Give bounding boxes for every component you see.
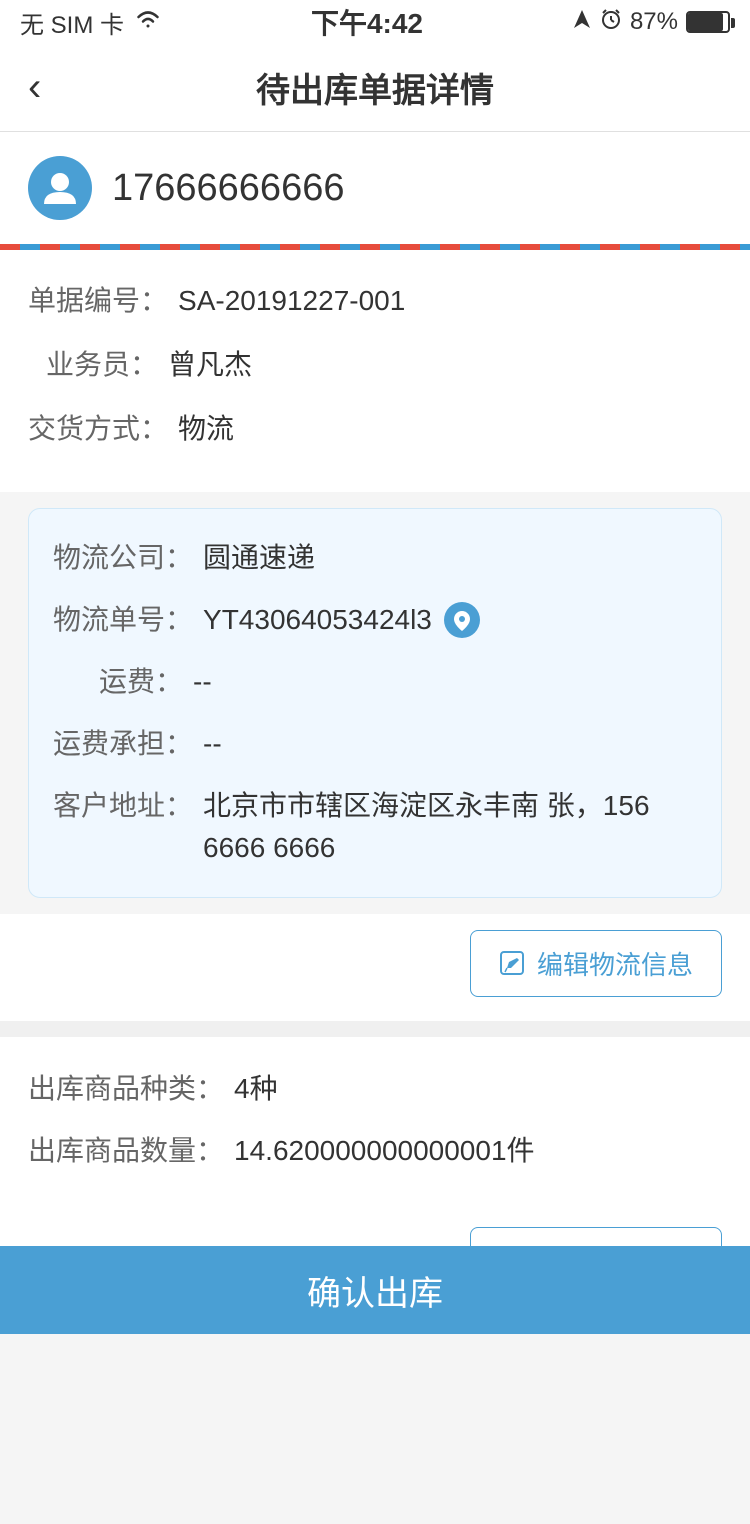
product-type-label: 出库商品种类： bbox=[28, 1067, 234, 1107]
product-quantity-label: 出库商品数量： bbox=[28, 1129, 234, 1169]
delivery-method-value: 物流 bbox=[178, 408, 722, 450]
logistics-freight-value: -- bbox=[193, 661, 697, 703]
order-number-row: 单据编号： SA-20191227-001 bbox=[28, 280, 722, 322]
delivery-method-row: 交货方式： 物流 bbox=[28, 408, 722, 450]
nav-bar: ‹ 待出库单据详情 bbox=[0, 44, 750, 132]
logistics-freight-label: 运费： bbox=[53, 661, 193, 703]
logistics-freight-bear-row: 运费承担： -- bbox=[53, 723, 697, 765]
logistics-freight-bear-label: 运费承担： bbox=[53, 723, 203, 765]
battery-percent: 87% bbox=[630, 8, 678, 36]
logistics-address-label: 客户地址： bbox=[53, 785, 203, 827]
edit-logistics-label: 编辑物流信息 bbox=[537, 945, 693, 982]
confirm-button-label: 确认出库 bbox=[307, 1266, 443, 1315]
order-number-label: 单据编号： bbox=[28, 280, 178, 322]
edit-icon bbox=[499, 950, 527, 978]
product-type-row: 出库商品种类： 4种 bbox=[28, 1067, 722, 1107]
status-time: 下午4:42 bbox=[311, 2, 423, 42]
logistics-company-value: 圆通速递 bbox=[203, 537, 697, 579]
logistics-freight-bear-value: -- bbox=[203, 723, 697, 765]
track-location-button[interactable] bbox=[444, 602, 480, 638]
carrier-label: 无 SIM 卡 bbox=[20, 5, 124, 40]
alarm-icon bbox=[600, 8, 622, 37]
status-bar: 无 SIM 卡 下午4:42 87% bbox=[0, 0, 750, 44]
delivery-method-label: 交货方式： bbox=[28, 408, 178, 450]
status-right: 87% bbox=[572, 8, 730, 37]
wifi-icon bbox=[134, 8, 162, 37]
logistics-tracking-value: YT43064053424l3 bbox=[203, 599, 697, 641]
person-icon bbox=[40, 168, 80, 208]
confirm-section[interactable]: 确认出库 bbox=[0, 1246, 750, 1334]
salesperson-label: 业务员： bbox=[28, 344, 168, 386]
user-phone: 17666666666 bbox=[112, 167, 344, 210]
logistics-freight-row: 运费： -- bbox=[53, 661, 697, 703]
logistics-tracking-label: 物流单号： bbox=[53, 599, 203, 641]
bottom-space bbox=[0, 1324, 750, 1524]
product-quantity-row: 出库商品数量： 14.620000000000001件 bbox=[28, 1129, 722, 1169]
salesperson-row: 业务员： 曾凡杰 bbox=[28, 344, 722, 386]
product-quantity-value: 14.620000000000001件 bbox=[234, 1129, 722, 1169]
location-arrow-icon bbox=[572, 8, 592, 37]
section-separator bbox=[0, 1021, 750, 1037]
tracking-number-text: YT43064053424l3 bbox=[203, 599, 432, 641]
edit-section: 编辑物流信息 bbox=[0, 914, 750, 1021]
logistics-company-label: 物流公司： bbox=[53, 537, 203, 579]
product-type-value: 4种 bbox=[234, 1067, 722, 1107]
basic-info-section: 单据编号： SA-20191227-001 业务员： 曾凡杰 交货方式： 物流 bbox=[0, 250, 750, 492]
logistics-card: 物流公司： 圆通速递 物流单号： YT43064053424l3 运费： -- … bbox=[28, 508, 722, 898]
map-pin-icon bbox=[452, 609, 472, 631]
page-title: 待出库单据详情 bbox=[256, 63, 494, 112]
status-left: 无 SIM 卡 bbox=[20, 5, 162, 40]
logistics-address-row: 客户地址： 北京市市辖区海淀区永丰南 张，156 6666 6666 bbox=[53, 785, 697, 869]
battery-icon bbox=[686, 11, 730, 33]
salesperson-value: 曾凡杰 bbox=[168, 344, 722, 386]
user-section: 17666666666 bbox=[0, 132, 750, 244]
logistics-address-value: 北京市市辖区海淀区永丰南 张，156 6666 6666 bbox=[203, 785, 697, 869]
product-section: 出库商品种类： 4种 出库商品数量： 14.620000000000001件 bbox=[0, 1037, 750, 1211]
logistics-tracking-row: 物流单号： YT43064053424l3 bbox=[53, 599, 697, 641]
logistics-company-row: 物流公司： 圆通速递 bbox=[53, 537, 697, 579]
avatar bbox=[28, 156, 92, 220]
order-number-value: SA-20191227-001 bbox=[178, 280, 722, 322]
edit-logistics-button[interactable]: 编辑物流信息 bbox=[470, 930, 722, 997]
back-button[interactable]: ‹ bbox=[28, 65, 41, 110]
